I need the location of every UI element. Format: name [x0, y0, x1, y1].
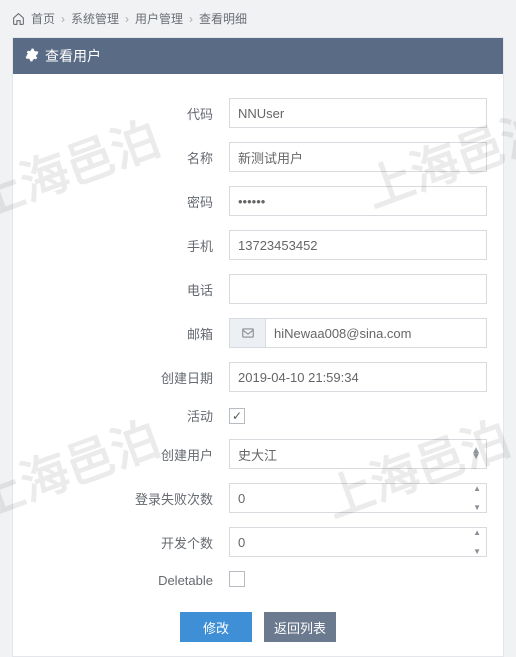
mobile-input[interactable]	[229, 230, 487, 260]
code-input[interactable]	[229, 98, 487, 128]
created-input[interactable]	[229, 362, 487, 392]
breadcrumb-sep: ›	[125, 12, 129, 26]
label-name: 名称	[29, 148, 229, 167]
label-creator: 创建用户	[29, 445, 229, 464]
creator-select[interactable]	[229, 439, 487, 469]
breadcrumb-home[interactable]: 首页	[31, 10, 55, 27]
panel-body: 代码 名称 密码 手机 电话 邮箱	[13, 74, 503, 656]
active-checkbox[interactable]: ✓	[229, 408, 245, 424]
breadcrumb-sep: ›	[61, 12, 65, 26]
label-dev-count: 开发个数	[29, 533, 229, 552]
label-deletable: Deletable	[29, 573, 229, 588]
label-phone: 电话	[29, 280, 229, 299]
home-icon	[12, 12, 25, 25]
back-button[interactable]: 返回列表	[264, 612, 336, 642]
view-user-panel: 查看用户 代码 名称 密码 手机 电话 邮箱	[12, 37, 504, 657]
password-input[interactable]	[229, 186, 487, 216]
row-name: 名称	[29, 142, 487, 172]
label-created: 创建日期	[29, 368, 229, 387]
row-mobile: 手机	[29, 230, 487, 260]
row-login-fails: 登录失败次数 ▲▼	[29, 483, 487, 513]
row-phone: 电话	[29, 274, 487, 304]
breadcrumb-system[interactable]: 系统管理	[71, 10, 119, 27]
row-active: 活动 ✓	[29, 406, 487, 425]
edit-button[interactable]: 修改	[180, 612, 252, 642]
label-active: 活动	[29, 406, 229, 425]
label-email: 邮箱	[29, 324, 229, 343]
row-created: 创建日期	[29, 362, 487, 392]
breadcrumb: 首页 › 系统管理 › 用户管理 › 查看明细	[0, 0, 516, 37]
label-mobile: 手机	[29, 236, 229, 255]
dev-count-stepper[interactable]	[229, 527, 487, 557]
row-password: 密码	[29, 186, 487, 216]
row-code: 代码	[29, 98, 487, 128]
row-email: 邮箱	[29, 318, 487, 348]
name-input[interactable]	[229, 142, 487, 172]
phone-input[interactable]	[229, 274, 487, 304]
row-creator: 创建用户 ▲▼	[29, 439, 487, 469]
label-code: 代码	[29, 104, 229, 123]
panel-header: 查看用户	[13, 38, 503, 74]
breadcrumb-detail: 查看明细	[199, 10, 247, 27]
stepper-buttons[interactable]: ▲▼	[473, 485, 481, 511]
row-deletable: Deletable	[29, 571, 487, 590]
login-fails-stepper[interactable]	[229, 483, 487, 513]
label-login-fails: 登录失败次数	[29, 489, 229, 508]
form-footer: 修改 返回列表	[29, 604, 487, 642]
breadcrumb-sep: ›	[189, 12, 193, 26]
panel-title: 查看用户	[45, 46, 101, 66]
stepper-buttons[interactable]: ▲▼	[473, 529, 481, 555]
breadcrumb-user-mgmt[interactable]: 用户管理	[135, 10, 183, 27]
email-input[interactable]	[265, 318, 487, 348]
label-password: 密码	[29, 192, 229, 211]
deletable-checkbox[interactable]	[229, 571, 245, 587]
row-dev-count: 开发个数 ▲▼	[29, 527, 487, 557]
envelope-icon	[229, 318, 265, 348]
gear-icon	[25, 48, 39, 65]
